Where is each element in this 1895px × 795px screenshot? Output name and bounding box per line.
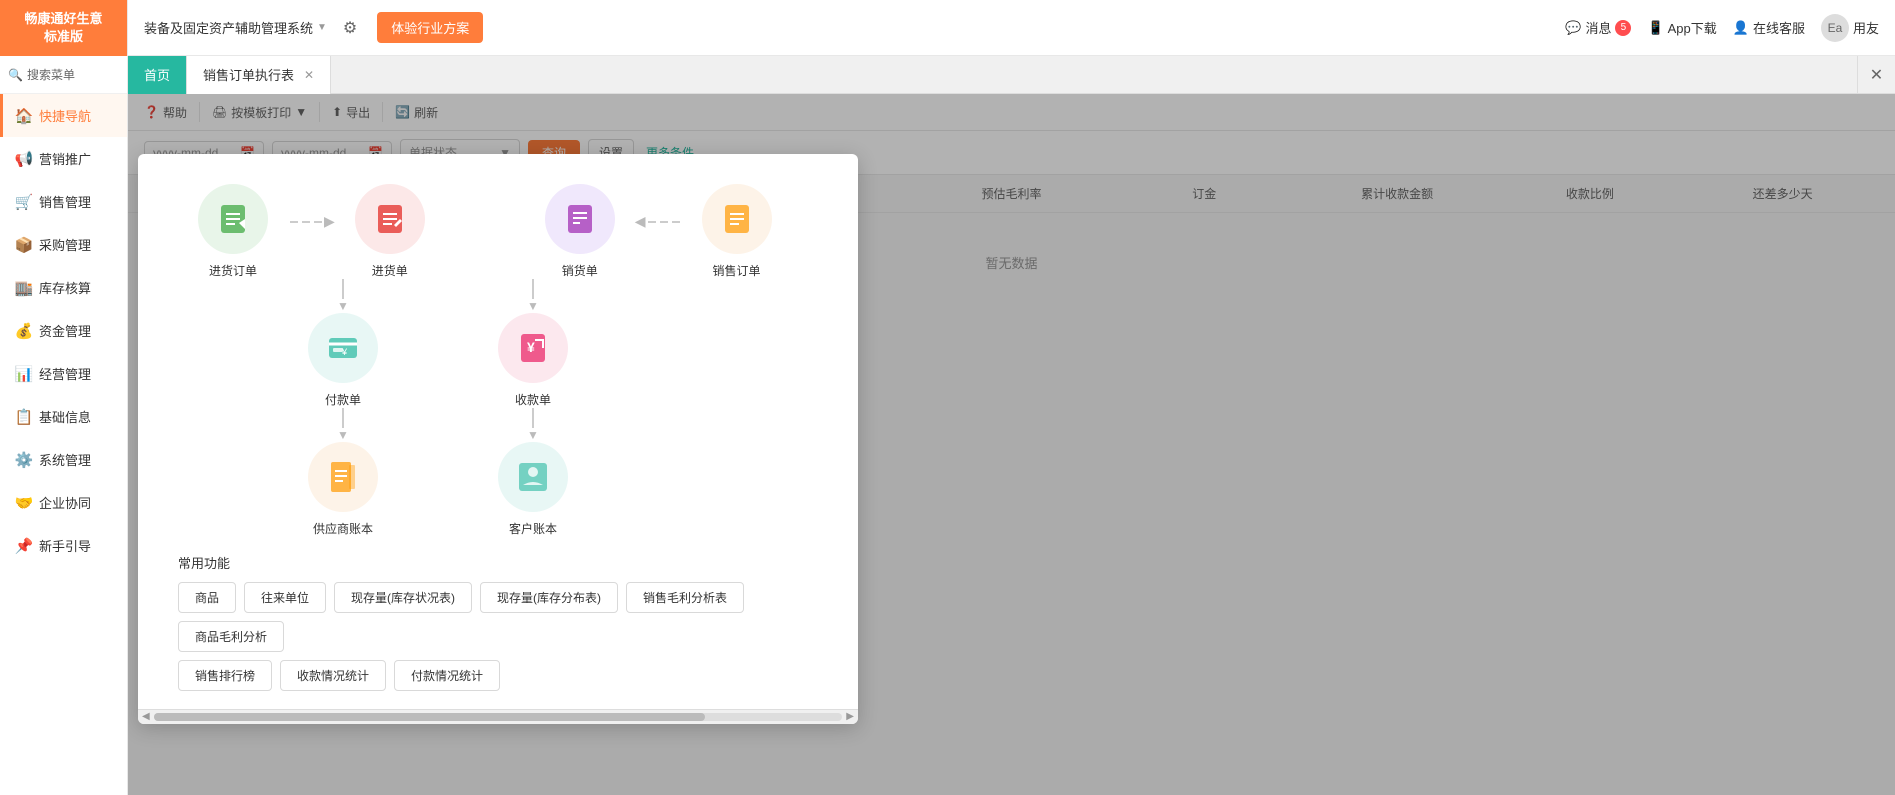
customer-ledger-label: 客户账本: [509, 520, 557, 537]
operations-icon: 📊: [15, 365, 33, 383]
sidebar-item-quick-nav[interactable]: 🏠 快捷导航: [0, 94, 127, 137]
sidebar-item-inventory[interactable]: 🏬 库存核算: [0, 266, 127, 309]
message-btn[interactable]: 💬 消息 5: [1565, 18, 1631, 37]
sales-bill-circle: [545, 184, 615, 254]
sidebar-logo: 畅康通好生意 标准版: [0, 0, 127, 56]
sidebar-item-system[interactable]: ⚙️ 系统管理: [0, 438, 127, 481]
sales-bill-label: 销货单: [562, 262, 598, 279]
sidebar-item-sales[interactable]: 🛒 销售管理: [0, 180, 127, 223]
close-all-tabs-btn[interactable]: ✕: [1857, 56, 1895, 94]
flow-node-payment[interactable]: ¥ 付款单: [308, 313, 378, 408]
svg-text:¥: ¥: [527, 339, 535, 355]
cooperation-icon: 🤝: [15, 494, 33, 512]
customer-ledger-circle: [498, 442, 568, 512]
logo-text: 畅康通好生意 标准版: [24, 10, 102, 46]
sales-order-label: 销售订单: [713, 262, 761, 279]
finance-icon: 💰: [15, 322, 33, 340]
flow-node-supplier-ledger[interactable]: 供应商账本: [308, 442, 378, 537]
guide-icon: 📌: [15, 537, 33, 555]
avatar: Ea: [1821, 14, 1849, 42]
scroll-track[interactable]: [154, 713, 843, 721]
system-icon: ⚙️: [15, 451, 33, 469]
scroll-right-btn[interactable]: ▶: [846, 711, 854, 722]
payment-label: 付款单: [325, 391, 361, 408]
system-title: 装备及固定资产辅助管理系统: [144, 18, 313, 37]
scroll-left-btn[interactable]: ◀: [142, 711, 150, 722]
search-icon: 🔍: [8, 68, 23, 82]
fn-btn-payment-stats[interactable]: 付款情况统计: [394, 660, 500, 691]
purchase-icon: 📦: [15, 236, 33, 254]
fn-btn-product-profit[interactable]: 商品毛利分析: [178, 621, 284, 652]
inventory-icon: 🏬: [15, 279, 33, 297]
sidebar-nav: 🏠 快捷导航 📢 营销推广 🛒 销售管理 📦 采购管理 🏬 库存核算 💰 资金管…: [0, 94, 127, 795]
flow-node-receipt[interactable]: ¥ 收款单: [498, 313, 568, 408]
online-service-btn[interactable]: 👤 在线客服: [1733, 18, 1805, 37]
supplier-ledger-label: 供应商账本: [313, 520, 373, 537]
fn-btn-sales-ranking[interactable]: 销售排行榜: [178, 660, 272, 691]
user-menu[interactable]: Ea 用友: [1821, 14, 1879, 42]
sidebar-item-finance[interactable]: 💰 资金管理: [0, 309, 127, 352]
flow-node-sales-order[interactable]: 销售订单: [702, 184, 772, 279]
svg-text:¥: ¥: [341, 347, 348, 357]
function-row-1: 商品 往来单位 现存量(库存状况表) 现存量(库存分布表) 销售毛利分析表 商品…: [178, 582, 818, 652]
sales-icon: 🛒: [15, 193, 33, 211]
home-icon: 🏠: [15, 107, 33, 125]
purchase-bill-label: 进货单: [372, 262, 408, 279]
marketing-icon: 📢: [15, 150, 33, 168]
content-area: ❓ 帮助 🖨 按模板打印 ▼ ⬆ 导出 🔄 刷新 yyyy-mm-: [128, 94, 1895, 795]
fn-btn-product[interactable]: 商品: [178, 582, 236, 613]
quick-nav-content: 进货订单 ▶: [138, 154, 858, 709]
quick-nav-modal: 进货订单 ▶: [138, 154, 858, 724]
tab-close-icon[interactable]: ✕: [304, 68, 314, 82]
service-icon: 👤: [1733, 20, 1749, 36]
topbar-right: 💬 消息 5 📱 App下载 👤 在线客服 Ea 用友: [1565, 14, 1879, 42]
system-title-dropdown[interactable]: 装备及固定资产辅助管理系统 ▼: [144, 18, 327, 37]
modal-overlay[interactable]: 进货订单 ▶: [128, 94, 1895, 795]
sidebar-item-cooperation[interactable]: 🤝 企业协同: [0, 481, 127, 524]
sales-order-circle: [702, 184, 772, 254]
phone-icon: 📱: [1647, 20, 1663, 36]
sidebar: 畅康通好生意 标准版 🔍 搜索菜单 🏠 快捷导航 📢 营销推广 🛒 销售管理 📦…: [0, 0, 128, 795]
main-area: 装备及固定资产辅助管理系统 ▼ ⚙ 体验行业方案 💬 消息 5 📱 App下载 …: [128, 0, 1895, 795]
purchase-bill-circle: [355, 184, 425, 254]
fn-btn-inventory-dist[interactable]: 现存量(库存分布表): [480, 582, 618, 613]
base-info-icon: 📋: [15, 408, 33, 426]
receipt-label: 收款单: [515, 391, 551, 408]
function-row-2: 销售排行榜 收款情况统计 付款情况统计: [178, 660, 818, 691]
fn-btn-sales-profit[interactable]: 销售毛利分析表: [626, 582, 744, 613]
flow-node-customer-ledger[interactable]: 客户账本: [498, 442, 568, 537]
receipt-circle: ¥: [498, 313, 568, 383]
sidebar-item-base-info[interactable]: 📋 基础信息: [0, 395, 127, 438]
tabbar: 首页 销售订单执行表 ✕ ✕: [128, 56, 1895, 94]
sidebar-item-purchase[interactable]: 📦 采购管理: [0, 223, 127, 266]
dropdown-arrow-icon: ▼: [317, 22, 327, 33]
flow-node-purchase-bill[interactable]: 进货单: [355, 184, 425, 279]
fn-btn-inventory-status[interactable]: 现存量(库存状况表): [334, 582, 472, 613]
message-icon: 💬: [1565, 20, 1581, 36]
sidebar-item-marketing[interactable]: 📢 营销推广: [0, 137, 127, 180]
common-functions-title: 常用功能: [178, 553, 818, 572]
supplier-ledger-circle: [308, 442, 378, 512]
scroll-thumb: [154, 713, 705, 721]
app-download-btn[interactable]: 📱 App下载: [1647, 18, 1716, 37]
payment-circle: ¥: [308, 313, 378, 383]
tab-sales-order-exec[interactable]: 销售订单执行表 ✕: [187, 56, 331, 94]
sidebar-item-guide[interactable]: 📌 新手引导: [0, 524, 127, 567]
flow-node-purchase-order[interactable]: 进货订单: [198, 184, 268, 279]
gear-icon[interactable]: ⚙: [343, 18, 357, 38]
topbar: 装备及固定资产辅助管理系统 ▼ ⚙ 体验行业方案 💬 消息 5 📱 App下载 …: [128, 0, 1895, 56]
common-functions: 常用功能 商品 往来单位 现存量(库存状况表) 现存量(库存分布表) 销售毛利分…: [178, 553, 818, 691]
flow-node-sales-bill[interactable]: 销货单: [545, 184, 615, 279]
purchase-order-label: 进货订单: [209, 262, 257, 279]
fn-btn-receipt-stats[interactable]: 收款情况统计: [280, 660, 386, 691]
fn-btn-counterpart[interactable]: 往来单位: [244, 582, 326, 613]
sidebar-item-operations[interactable]: 📊 经营管理: [0, 352, 127, 395]
tab-home[interactable]: 首页: [128, 56, 187, 94]
bottom-scrollbar[interactable]: ◀ ▶: [138, 709, 858, 724]
sidebar-search[interactable]: 🔍 搜索菜单: [0, 56, 127, 94]
trial-btn[interactable]: 体验行业方案: [377, 12, 483, 43]
purchase-order-circle: [198, 184, 268, 254]
